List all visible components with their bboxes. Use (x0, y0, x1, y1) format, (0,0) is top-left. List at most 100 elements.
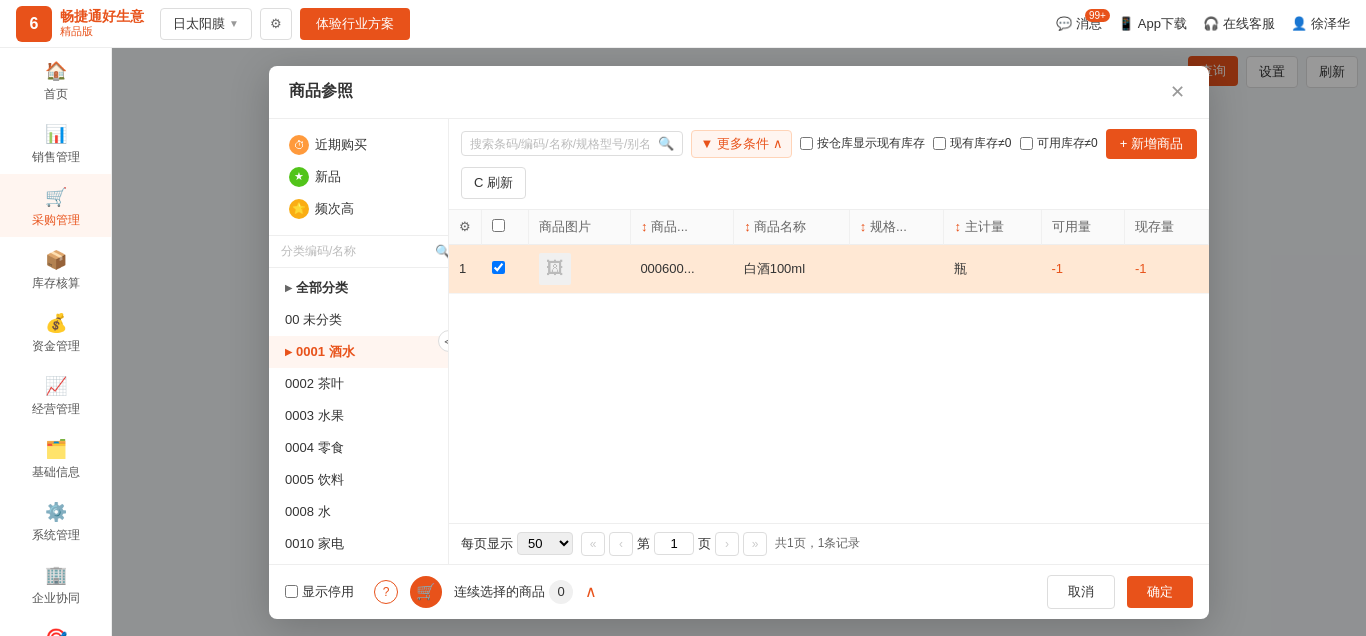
prev-page-button[interactable]: ‹ (609, 532, 633, 556)
table-header-spec[interactable]: ↕ 规格... (849, 210, 944, 245)
quick-recent[interactable]: ⏱ 近期购买 (281, 129, 436, 161)
category-item-0005[interactable]: 0005 饮料 (269, 464, 448, 496)
page-nav: « ‹ 第 页 › » (581, 532, 767, 556)
quick-freq[interactable]: ⭐ 频次高 (281, 193, 436, 225)
category-item-0010[interactable]: 0010 家电 (269, 528, 448, 560)
modal-body: ⏱ 近期购买 ★ 新品 ⭐ 频次高 (269, 119, 1209, 564)
table-header-settings[interactable]: ⚙ (449, 210, 482, 245)
available-stock-checkbox[interactable] (933, 137, 946, 150)
cart-icon: 🛒 (410, 576, 442, 608)
row-checkbox-cell[interactable] (482, 244, 529, 293)
table-row[interactable]: 1 🖼 000600... 白酒100ml 瓶 (449, 244, 1209, 293)
page-label: 第 (637, 535, 650, 553)
help-button[interactable]: ? (374, 580, 398, 604)
message-icon: 💬 (1056, 16, 1072, 31)
guide-icon: 🎯 (45, 627, 67, 636)
category-search-box: 🔍 (269, 236, 448, 268)
finance-icon: 💰 (45, 312, 67, 334)
refresh-button[interactable]: C 刷新 (461, 167, 526, 199)
page-number-input[interactable] (654, 532, 694, 555)
message-item[interactable]: 💬 消息 99+ (1056, 15, 1102, 33)
online-service-item[interactable]: 🎧 在线客服 (1203, 15, 1275, 33)
user-item[interactable]: 👤 徐泽华 (1291, 15, 1350, 33)
quick-new[interactable]: ★ 新品 (281, 161, 436, 193)
system-icon: ⚙️ (45, 501, 67, 523)
last-page-button[interactable]: » (743, 532, 767, 556)
modal-overlay: 商品参照 ✕ ⏱ 近期购买 ★ (112, 48, 1366, 636)
row-checkbox[interactable] (492, 261, 505, 274)
row-image-cell: 🖼 (529, 244, 631, 293)
first-page-button[interactable]: « (581, 532, 605, 556)
pagination-bar: 每页显示 50 10 20 100 « ‹ (449, 523, 1209, 564)
avatar: 👤 (1291, 16, 1307, 31)
footer-collapse-button[interactable]: ∧ (585, 582, 597, 601)
show-disabled-checkbox[interactable] (285, 585, 298, 598)
select-all-checkbox[interactable] (492, 219, 505, 232)
category-item-all[interactable]: 全部分类 (269, 272, 448, 304)
category-item-0002[interactable]: 0002 茶叶 (269, 368, 448, 400)
sidebar-item-finance[interactable]: 💰 资金管理 (0, 300, 111, 363)
product-search-icon[interactable]: 🔍 (658, 136, 674, 151)
filter-more-button[interactable]: ▼ 更多条件 ∧ (691, 130, 792, 158)
filter-bar: 🔍 ▼ 更多条件 ∧ 按仓库显示现有库存 (449, 119, 1209, 210)
table-header-available: 可用量 (1041, 210, 1124, 245)
sidebar-item-operations[interactable]: 📈 经营管理 (0, 363, 111, 426)
checkbox-available-stock[interactable]: 现有库存≠0 (933, 135, 1011, 152)
warehouse-stock-checkbox[interactable] (800, 137, 813, 150)
filter-icon: ▼ (700, 136, 713, 151)
checkbox-warehouse-stock[interactable]: 按仓库显示现有库存 (800, 135, 925, 152)
table-header-checkbox[interactable] (482, 210, 529, 245)
add-product-button[interactable]: + 新增商品 (1106, 129, 1197, 159)
cancel-button[interactable]: 取消 (1047, 575, 1115, 609)
sidebar-item-system[interactable]: ⚙️ 系统管理 (0, 489, 111, 552)
table-header-stock: 现存量 (1125, 210, 1209, 245)
checkbox-usable-stock[interactable]: 可用库存≠0 (1020, 135, 1098, 152)
next-page-button[interactable]: › (715, 532, 739, 556)
modal-close-button[interactable]: ✕ (1165, 80, 1189, 104)
product-reference-modal: 商品参照 ✕ ⏱ 近期购买 ★ (269, 66, 1209, 619)
product-panel: 🔍 ▼ 更多条件 ∧ 按仓库显示现有库存 (449, 119, 1209, 564)
row-available: -1 (1041, 244, 1124, 293)
category-item-00[interactable]: 00 未分类 (269, 304, 448, 336)
show-disabled-checkbox-label[interactable]: 显示停用 (285, 583, 354, 601)
app-download-item[interactable]: 📱 App下载 (1118, 15, 1187, 33)
confirm-button[interactable]: 确定 (1127, 576, 1193, 608)
row-spec (849, 244, 944, 293)
store-dropdown[interactable]: 日太阳膜 ▼ (160, 8, 252, 40)
row-unit: 瓶 (944, 244, 1042, 293)
category-panel: ⏱ 近期购买 ★ 新品 ⭐ 频次高 (269, 119, 449, 564)
enterprise-icon: 🏢 (45, 564, 67, 586)
table-header-name[interactable]: ↕ 商品名称 (734, 210, 850, 245)
mobile-icon: 📱 (1118, 16, 1134, 31)
new-icon: ★ (289, 167, 309, 187)
category-item-0003[interactable]: 0003 水果 (269, 400, 448, 432)
sidebar-item-basics[interactable]: 🗂️ 基础信息 (0, 426, 111, 489)
page-size-select: 每页显示 50 10 20 100 (461, 532, 573, 555)
sidebar-item-inventory[interactable]: 📦 库存核算 (0, 237, 111, 300)
settings-icon[interactable]: ⚙ (260, 8, 292, 40)
trial-button[interactable]: 体验行业方案 (300, 8, 410, 40)
product-search-box: 🔍 (461, 131, 683, 156)
basics-icon: 🗂️ (45, 438, 67, 460)
category-item-0008[interactable]: 0008 水 (269, 496, 448, 528)
product-search-input[interactable] (470, 136, 654, 151)
sidebar-item-home[interactable]: 🏠 首页 (0, 48, 111, 111)
sidebar-item-guide[interactable]: 🎯 新手引导 (0, 615, 111, 636)
inventory-icon: 📦 (45, 249, 67, 271)
product-table: ⚙ 商品图片 ↕ 商品... ↕ (449, 210, 1209, 294)
table-header-unit[interactable]: ↕ 主计量 (944, 210, 1042, 245)
page-size-dropdown[interactable]: 50 10 20 100 (517, 532, 573, 555)
category-item-0001[interactable]: 0001 酒水 (269, 336, 448, 368)
category-search-icon[interactable]: 🔍 (435, 244, 449, 259)
category-search-input[interactable] (281, 244, 431, 258)
sidebar-item-enterprise[interactable]: 🏢 企业协同 (0, 552, 111, 615)
sidebar-item-sales[interactable]: 📊 销售管理 (0, 111, 111, 174)
sidebar-item-purchase[interactable]: 🛒 采购管理 (0, 174, 111, 237)
row-index: 1 (449, 244, 482, 293)
page-info: 共1页，1条记录 (775, 535, 860, 552)
category-item-0004[interactable]: 0004 零食 (269, 432, 448, 464)
recent-icon: ⏱ (289, 135, 309, 155)
usable-stock-checkbox[interactable] (1020, 137, 1033, 150)
table-header-code[interactable]: ↕ 商品... (630, 210, 733, 245)
sort-icon: ↕ (744, 219, 751, 234)
